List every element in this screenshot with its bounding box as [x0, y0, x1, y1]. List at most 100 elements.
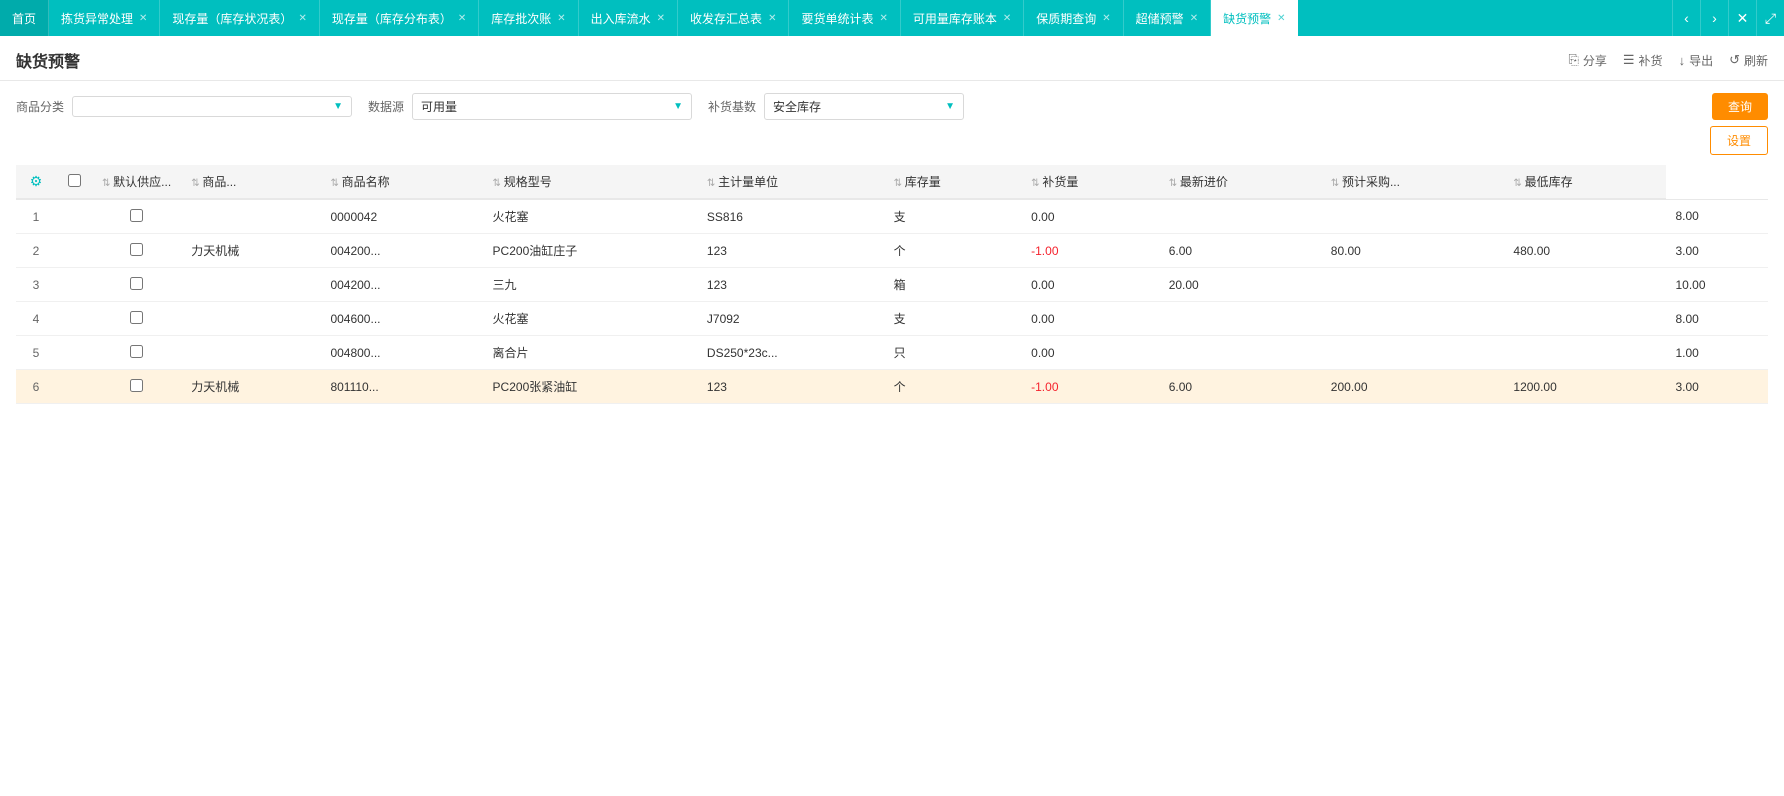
row-select-checkbox[interactable] [130, 277, 143, 290]
replenish-base-value: 安全库存 [773, 98, 821, 115]
category-filter-group: 商品分类 ▼ [16, 96, 352, 117]
col-default-supplier[interactable]: 默认供应... [92, 165, 181, 199]
row-gear [56, 302, 92, 336]
col-estimated-purchase[interactable]: 预计采购... [1321, 165, 1504, 199]
close-icon[interactable]: ✕ [557, 13, 565, 24]
nav-tab-inventory-dist[interactable]: 现存量（库存分布表） ✕ [320, 0, 479, 36]
row-product-name: PC200油缸庄子 [483, 234, 697, 268]
chevron-down-icon: ▼ [333, 101, 343, 112]
col-spec[interactable]: 规格型号 [483, 165, 697, 199]
refresh-icon: ↺ [1729, 52, 1740, 68]
row-select-checkbox[interactable] [130, 243, 143, 256]
export-button[interactable]: ↓ 导出 [1679, 52, 1714, 69]
nav-close-button[interactable]: ✕ [1728, 0, 1756, 36]
refresh-button[interactable]: ↺ 刷新 [1729, 52, 1768, 69]
nav-tab-summary[interactable]: 收发存汇总表 ✕ [678, 0, 789, 36]
row-latest-price: 200.00 [1321, 370, 1504, 404]
row-stock: 0.00 [1021, 302, 1159, 336]
col-product-name[interactable]: 商品名称 [320, 165, 482, 199]
col-stock[interactable]: 库存量 [884, 165, 1022, 199]
nav-tab-expiry[interactable]: 保质期查询 ✕ [1024, 0, 1123, 36]
close-icon[interactable]: ✕ [1102, 13, 1110, 24]
row-select-checkbox[interactable] [130, 311, 143, 324]
row-product-code: 004200... [320, 268, 482, 302]
row-default-supplier: 力天机械 [181, 234, 320, 268]
filter-row: 商品分类 ▼ 数据源 可用量 ▼ 补货基数 安全库存 ▼ 查询 [0, 81, 1784, 120]
row-product-name: 火花塞 [483, 199, 697, 234]
close-icon[interactable]: ✕ [1190, 13, 1198, 24]
row-unit: 支 [884, 302, 1022, 336]
nav-tab-requisition[interactable]: 要货单统计表 ✕ [789, 0, 900, 36]
row-min-stock: 10.00 [1666, 268, 1769, 302]
replenish-button[interactable]: ☰ 补货 [1623, 52, 1663, 69]
col-unit[interactable]: 主计量单位 [697, 165, 884, 199]
row-select-checkbox[interactable] [130, 379, 143, 392]
close-icon[interactable]: ✕ [298, 13, 306, 24]
row-select-checkbox[interactable] [130, 209, 143, 222]
row-spec: J7092 [697, 302, 884, 336]
col-min-stock[interactable]: 最低库存 [1503, 165, 1665, 199]
col-product-code[interactable]: 商品... [181, 165, 320, 199]
row-unit: 个 [884, 370, 1022, 404]
replenish-base-select[interactable]: 安全库存 ▼ [764, 93, 964, 120]
row-min-stock: 3.00 [1666, 234, 1769, 268]
row-estimated-purchase [1503, 302, 1665, 336]
chevron-down-icon: ▼ [945, 101, 955, 112]
datasource-label: 数据源 [368, 98, 404, 115]
row-unit: 只 [884, 336, 1022, 370]
nav-tab-overstock[interactable]: 超储预警 ✕ [1124, 0, 1211, 36]
row-latest-price [1321, 199, 1504, 234]
row-index: 2 [16, 234, 56, 268]
nav-tab-shortage[interactable]: 缺货预警 ✕ [1211, 0, 1298, 36]
nav-tab-batch[interactable]: 库存批次账 ✕ [479, 0, 578, 36]
page-header: 缺货预警 ⎘ 分享 ☰ 补货 ↓ 导出 ↺ 刷新 [0, 36, 1784, 81]
share-button[interactable]: ⎘ 分享 [1568, 52, 1606, 69]
filter-action-buttons: 查询 [1712, 93, 1768, 120]
row-product-name: PC200张紧油缸 [483, 370, 697, 404]
header-actions: ⎘ 分享 ☰ 补货 ↓ 导出 ↺ 刷新 [1568, 52, 1768, 69]
nav-tab-available[interactable]: 可用量库存账本 ✕ [901, 0, 1024, 36]
row-latest-price [1321, 268, 1504, 302]
nav-prev-button[interactable]: ‹ [1672, 0, 1700, 36]
close-icon[interactable]: ✕ [657, 13, 665, 24]
row-spec: 123 [697, 234, 884, 268]
row-estimated-purchase: 480.00 [1503, 234, 1665, 268]
close-icon[interactable]: ✕ [879, 13, 887, 24]
row-spec: 123 [697, 370, 884, 404]
query-button[interactable]: 查询 [1712, 93, 1768, 120]
category-select[interactable]: ▼ [72, 96, 352, 117]
settings-button[interactable]: 设置 [1710, 126, 1768, 155]
main-content: 缺货预警 ⎘ 分享 ☰ 补货 ↓ 导出 ↺ 刷新 商品分类 [0, 36, 1784, 796]
col-latest-price[interactable]: 最新进价 [1159, 165, 1321, 199]
nav-next-button[interactable]: › [1700, 0, 1728, 36]
close-icon[interactable]: ✕ [139, 13, 147, 24]
nav-tab-flow[interactable]: 出入库流水 ✕ [579, 0, 678, 36]
close-icon[interactable]: ✕ [1003, 13, 1011, 24]
row-stock: -1.00 [1021, 370, 1159, 404]
nav-tab-picking[interactable]: 拣货异常处理 ✕ [49, 0, 160, 36]
row-unit: 支 [884, 199, 1022, 234]
nav-tab-inventory-status[interactable]: 现存量（库存状况表） ✕ [160, 0, 319, 36]
row-index: 3 [16, 268, 56, 302]
row-spec: DS250*23c... [697, 336, 884, 370]
row-unit: 个 [884, 234, 1022, 268]
nav-tab-home[interactable]: 首页 [0, 0, 49, 36]
col-replenish-qty[interactable]: 补货量 [1021, 165, 1159, 199]
row-checkbox [92, 336, 181, 370]
row-latest-price [1321, 302, 1504, 336]
row-product-name: 三九 [483, 268, 697, 302]
close-icon[interactable]: ✕ [1277, 13, 1285, 24]
settings-icon[interactable]: ⚙ [30, 173, 43, 189]
replenish-base-label: 补货基数 [708, 98, 756, 115]
table-row: 4 004600... 火花塞 J7092 支 0.00 8.00 [16, 302, 1768, 336]
row-min-stock: 8.00 [1666, 199, 1769, 234]
settings-row: 设置 [0, 120, 1784, 165]
table-row: 3 004200... 三九 123 箱 0.00 20.00 10.00 [16, 268, 1768, 302]
close-icon[interactable]: ✕ [458, 13, 466, 24]
nav-expand-button[interactable]: ⤢ [1756, 0, 1784, 36]
select-all-checkbox[interactable] [68, 174, 81, 187]
row-gear [56, 370, 92, 404]
datasource-select[interactable]: 可用量 ▼ [412, 93, 692, 120]
row-select-checkbox[interactable] [130, 345, 143, 358]
close-icon[interactable]: ✕ [768, 13, 776, 24]
